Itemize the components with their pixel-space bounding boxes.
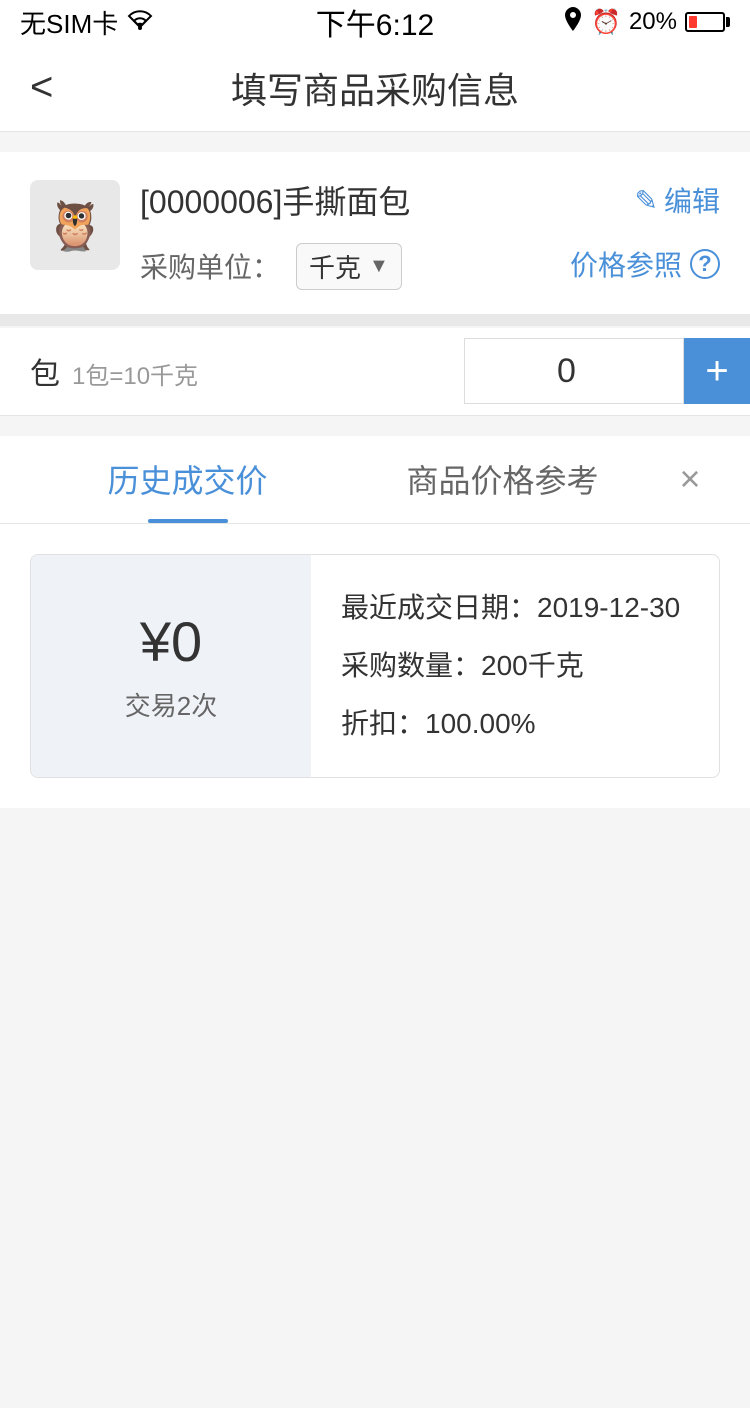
carrier-text: 无SIM卡: [20, 4, 118, 41]
page-title: 填写商品采购信息: [231, 62, 519, 114]
status-left: 无SIM卡: [20, 4, 154, 41]
quantity-plus-button[interactable]: +: [684, 338, 750, 404]
price-trades: 交易2次: [125, 686, 217, 723]
quantity-detail-label: 采购数量：: [341, 650, 481, 681]
dropdown-arrow-icon: ▼: [369, 255, 389, 278]
tab-product-price-ref[interactable]: 商品价格参考: [345, 436, 660, 523]
recent-date-row: 最近成交日期：2019-12-30: [341, 587, 689, 629]
nav-bar: < 填写商品采购信息: [0, 44, 750, 132]
edit-icon: ✎: [635, 184, 658, 217]
history-content: ¥0 交易2次 最近成交日期：2019-12-30 采购数量：200千克 折扣：…: [0, 524, 750, 808]
quantity-detail-value: 200千克: [481, 650, 584, 681]
price-amount: ¥0: [140, 609, 202, 674]
quantity-unit-name: 包: [30, 349, 60, 393]
location-icon: [563, 7, 583, 38]
price-card: ¥0 交易2次 最近成交日期：2019-12-30 采购数量：200千克 折扣：…: [30, 554, 720, 778]
product-name: [0000006]手撕面包: [140, 180, 570, 225]
tab-history-price[interactable]: 历史成交价: [30, 436, 345, 523]
price-ref-label: 价格参照: [570, 244, 682, 284]
discount-row: 折扣：100.00%: [341, 703, 689, 745]
unit-select[interactable]: 千克 ▼: [296, 243, 402, 290]
bottom-area: [0, 808, 750, 1408]
discount-value: 100.00%: [425, 708, 536, 739]
product-info: [0000006]手撕面包 采购单位： 千克 ▼: [140, 180, 570, 290]
product-card: 🦉 [0000006]手撕面包 采购单位： 千克 ▼ ✎ 编辑 价格参照: [0, 152, 750, 314]
battery-percent: 20%: [629, 8, 677, 36]
back-button[interactable]: <: [30, 65, 90, 110]
wifi-icon: [126, 7, 154, 38]
unit-value: 千克: [309, 248, 361, 285]
quantity-input[interactable]: [464, 338, 684, 404]
status-right: ⏰ 20%: [563, 7, 730, 38]
product-thumbnail: 🦉: [30, 180, 120, 270]
price-left-panel: ¥0 交易2次: [31, 555, 311, 777]
help-icon: ?: [690, 249, 720, 279]
status-bar: 无SIM卡 下午6:12 ⏰ 20%: [0, 0, 750, 44]
alarm-icon: ⏰: [591, 8, 621, 37]
status-time: 下午6:12: [316, 0, 434, 44]
quantity-section: 包 1包=10千克 +: [0, 328, 750, 416]
tab-active-underline: [148, 519, 228, 523]
unit-label: 采购单位：: [140, 246, 280, 286]
tab-section: 历史成交价 商品价格参考 × ¥0 交易2次 最近成交日期：2019-12-30…: [0, 436, 750, 808]
recent-date-value: 2019-12-30: [537, 592, 680, 623]
battery-icon: [685, 12, 730, 32]
tab-close-button[interactable]: ×: [660, 449, 720, 509]
help-label: ?: [698, 251, 711, 277]
purchase-quantity-row: 采购数量：200千克: [341, 645, 689, 687]
discount-label: 折扣：: [341, 708, 425, 739]
price-reference-button[interactable]: 价格参照 ?: [570, 244, 720, 284]
price-right-panel: 最近成交日期：2019-12-30 采购数量：200千克 折扣：100.00%: [311, 555, 719, 777]
recent-date-label: 最近成交日期：: [341, 592, 537, 623]
tab-bar: 历史成交价 商品价格参考 ×: [0, 436, 750, 524]
quantity-conversion: 1包=10千克: [72, 356, 198, 391]
edit-label: 编辑: [664, 180, 720, 220]
edit-button[interactable]: ✎ 编辑: [635, 180, 720, 220]
product-logo-icon: 🦉: [45, 197, 105, 254]
divider: [0, 314, 750, 326]
